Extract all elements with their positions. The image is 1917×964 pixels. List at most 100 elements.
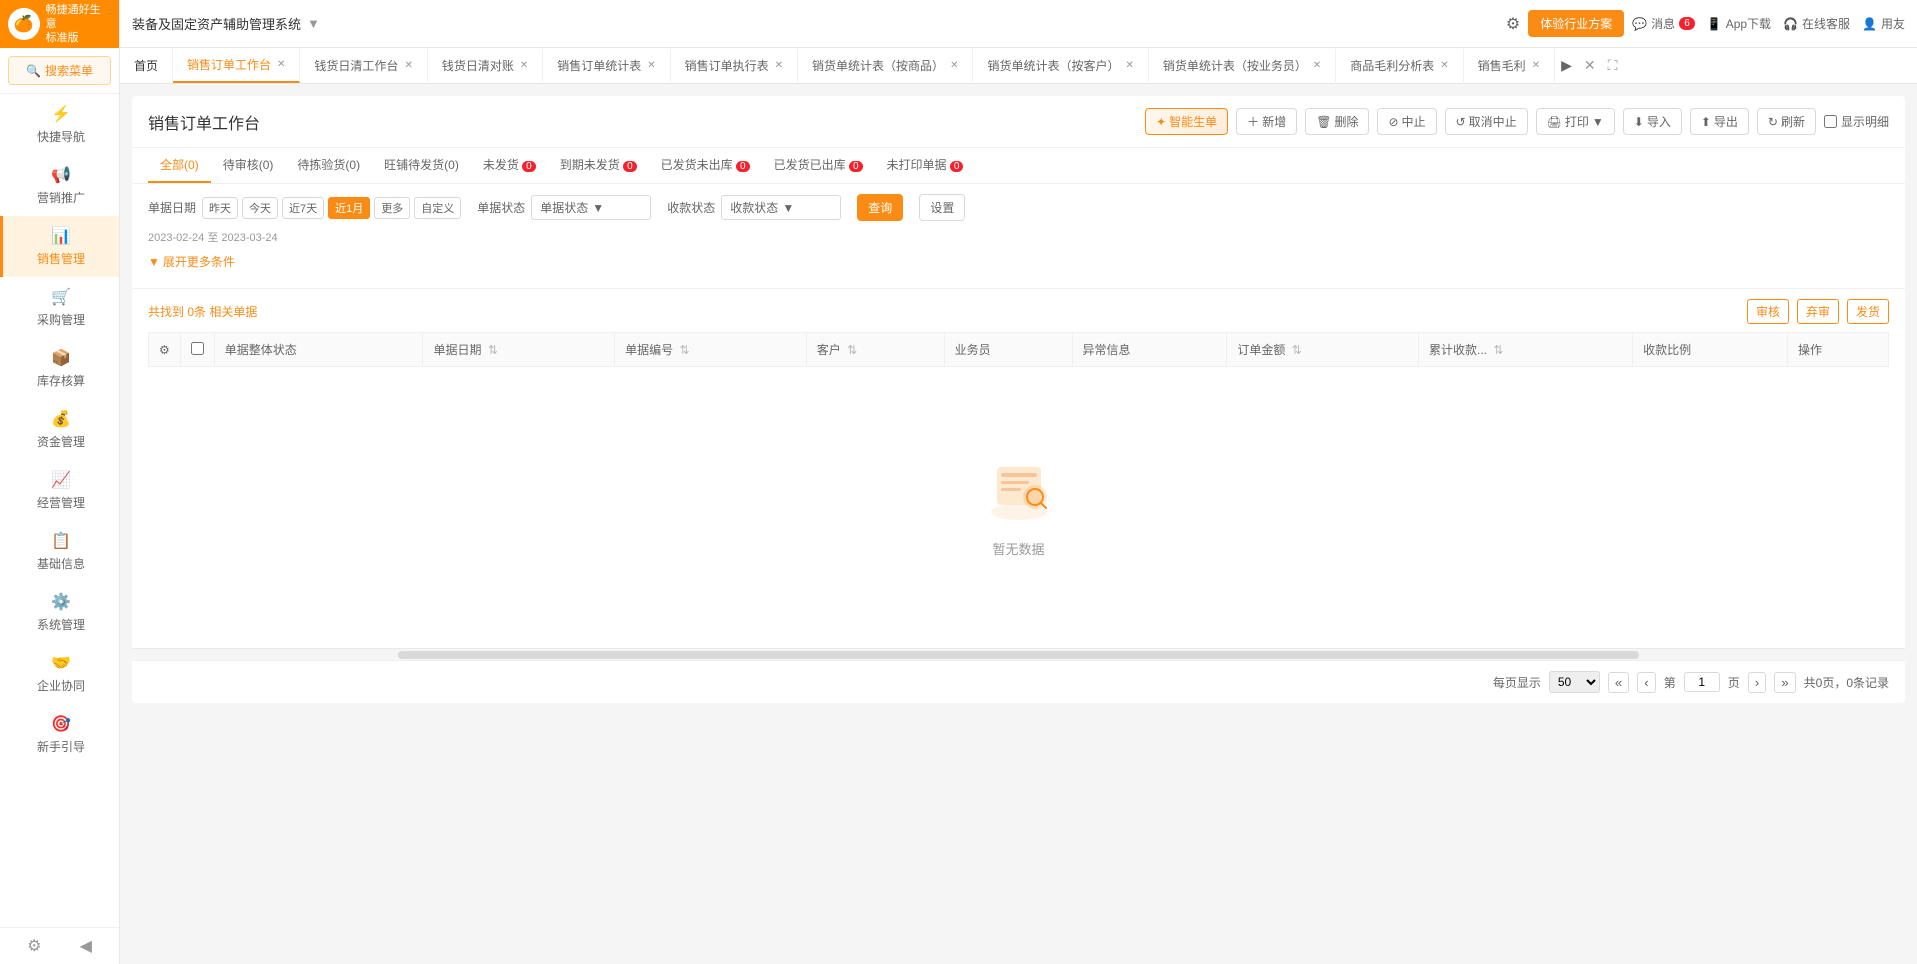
sidebar-item-sales[interactable]: 📊 销售管理: [0, 216, 119, 277]
filter-settings-button[interactable]: 设置: [919, 194, 965, 221]
tab-expand-button[interactable]: ⛶: [1602, 49, 1624, 82]
page-size-select[interactable]: 50 10 20 100: [1549, 671, 1600, 693]
delete-button[interactable]: 🗑 删除: [1305, 108, 1369, 135]
col-checkbox[interactable]: [180, 333, 214, 367]
tab-close-gross-margin[interactable]: ✕: [1440, 60, 1448, 71]
topbar-settings-icon[interactable]: ⚙: [1506, 14, 1520, 34]
sort-customer-icon[interactable]: ⇅: [847, 343, 857, 357]
search-menu-button[interactable]: 🔍 搜索菜单: [8, 56, 111, 85]
pause-button[interactable]: ⊘ 中止: [1377, 108, 1436, 135]
user-menu-button[interactable]: 👤 用友: [1862, 15, 1905, 32]
app-download-button[interactable]: 📱 App下载: [1707, 15, 1771, 32]
tab-close-sales-summary-staff[interactable]: ✕: [1313, 60, 1321, 71]
scrollbar-thumb[interactable]: [398, 651, 1639, 659]
date-custom-btn[interactable]: 自定义: [414, 197, 461, 219]
tab-close-sales-exec[interactable]: ✕: [775, 60, 783, 71]
first-page-button[interactable]: «: [1608, 672, 1629, 693]
unpause-button[interactable]: ↺ 取消中止: [1445, 108, 1528, 135]
sidebar-item-nav[interactable]: ⚡ 快捷导航: [0, 94, 119, 155]
unreview-btn[interactable]: 弃审: [1797, 299, 1839, 324]
system-icon: ⚙️: [51, 592, 71, 612]
sidebar-item-enterprise[interactable]: 🤝 企业协同: [0, 643, 119, 704]
tab-sales-workbench[interactable]: 销售订单工作台 ✕: [173, 48, 300, 83]
sub-tab-wangpu-ship[interactable]: 旺铺待发货(0): [372, 148, 471, 183]
tab-close-sales-summary-customer[interactable]: ✕: [1125, 60, 1133, 71]
sidebar-item-marketing[interactable]: 📢 营销推广: [0, 155, 119, 216]
sort-received-icon[interactable]: ⇅: [1493, 343, 1503, 357]
prev-page-button[interactable]: ‹: [1637, 672, 1655, 693]
tab-close-all-button[interactable]: ✕: [1578, 49, 1602, 82]
date-1month-btn[interactable]: 近1月: [328, 197, 370, 219]
status-filter-select[interactable]: 单据状态 ▼: [531, 195, 651, 220]
sidebar-item-system[interactable]: ⚙️ 系统管理: [0, 582, 119, 643]
horizontal-scrollbar[interactable]: [132, 648, 1905, 660]
sidebar-item-basic[interactable]: 📋 基础信息: [0, 521, 119, 582]
sidebar-item-inventory[interactable]: 📦 库存核算: [0, 338, 119, 399]
print-button[interactable]: 🖨 打印 ▼: [1536, 108, 1615, 135]
sub-tab-not-shipped[interactable]: 未发货 0: [471, 148, 548, 183]
review-btn[interactable]: 审核: [1747, 299, 1789, 324]
ship-btn[interactable]: 发货: [1847, 299, 1889, 324]
sidebar-item-operations[interactable]: 📈 经营管理: [0, 460, 119, 521]
import-button[interactable]: ⬇ 导入: [1623, 108, 1682, 135]
payment-filter-select[interactable]: 收款状态 ▼: [721, 195, 841, 220]
sort-amount-icon[interactable]: ⇅: [1292, 343, 1302, 357]
tab-close-cash-reconcile[interactable]: ✕: [520, 60, 528, 71]
tab-close-sales-more[interactable]: ✕: [1532, 60, 1540, 71]
sub-tab-shipped-out[interactable]: 已发货已出库 0: [762, 148, 875, 183]
next-page-button[interactable]: ›: [1748, 672, 1766, 693]
tab-sales-stat[interactable]: 销售订单统计表 ✕: [543, 49, 670, 82]
settings-bottom-icon[interactable]: ⚙: [27, 936, 41, 956]
system-dropdown-icon[interactable]: ▼: [307, 16, 320, 31]
sort-number-icon[interactable]: ⇅: [679, 343, 689, 357]
tab-close-cash-daily[interactable]: ✕: [404, 60, 412, 71]
tab-cash-reconcile[interactable]: 钱货日清对账 ✕: [428, 49, 543, 82]
tab-sales-exec[interactable]: 销售订单执行表 ✕: [671, 49, 798, 82]
sales-icon: 📊: [51, 226, 71, 246]
tab-close-sales-stat[interactable]: ✕: [647, 60, 655, 71]
tab-sales-summary-product[interactable]: 销货单统计表（按商品） ✕: [798, 49, 973, 82]
message-button[interactable]: 💬 消息 6: [1632, 15, 1695, 32]
date-today-btn[interactable]: 今天: [242, 197, 278, 219]
sub-tab-not-printed[interactable]: 未打印单据 0: [875, 148, 976, 183]
select-all-checkbox[interactable]: [191, 342, 204, 355]
page-number-input[interactable]: [1684, 672, 1720, 692]
tab-sales-summary-staff[interactable]: 销货单统计表（按业务员） ✕: [1149, 49, 1336, 82]
search-icon: 🔍: [26, 64, 41, 78]
tab-home[interactable]: 首页: [120, 49, 173, 82]
date-yesterday-btn[interactable]: 昨天: [202, 197, 238, 219]
sidebar-item-finance[interactable]: 💰 资金管理: [0, 399, 119, 460]
add-button[interactable]: ＋ 新增: [1236, 108, 1297, 135]
tab-close-sales-summary-product[interactable]: ✕: [950, 60, 958, 71]
tab-close-sales-workbench[interactable]: ✕: [277, 59, 285, 70]
tab-sales-summary-customer[interactable]: 销货单统计表（按客户） ✕: [973, 49, 1148, 82]
sub-tab-all[interactable]: 全部(0): [148, 148, 211, 183]
show-detail-checkbox[interactable]: [1824, 115, 1837, 128]
date-more-btn[interactable]: 更多: [374, 197, 410, 219]
tab-cash-daily[interactable]: 钱货日清工作台 ✕: [300, 49, 427, 82]
refresh-button[interactable]: ↻ 刷新: [1757, 108, 1816, 135]
sub-tab-pending-inspect[interactable]: 待拣验货(0): [285, 148, 372, 183]
collapse-sidebar-button[interactable]: ◀: [80, 936, 92, 956]
query-button[interactable]: 查询: [857, 194, 903, 221]
expand-conditions-button[interactable]: ▼ 展开更多条件: [148, 253, 235, 270]
online-service-button[interactable]: 🎧 在线客服: [1783, 15, 1850, 32]
sub-tab-pending-review[interactable]: 待审核(0): [211, 148, 286, 183]
col-settings[interactable]: ⚙: [149, 333, 181, 367]
sort-date-icon[interactable]: ⇅: [488, 343, 498, 357]
last-page-button[interactable]: »: [1774, 672, 1795, 693]
sidebar-item-purchase[interactable]: 🛒 采购管理: [0, 277, 119, 338]
table-area: 共找到 0条 相关单据 审核 弃审 发货 ⚙: [132, 289, 1905, 648]
sub-tab-shipped-not-out[interactable]: 已发货未出库 0: [649, 148, 762, 183]
date-7days-btn[interactable]: 近7天: [282, 197, 324, 219]
ai-generate-button[interactable]: ✦ 智能生单: [1145, 108, 1228, 135]
page-actions: ✦ 智能生单 ＋ 新增 🗑 删除 ⊘ 中止: [1145, 108, 1889, 135]
import-icon: ⬇: [1634, 115, 1644, 129]
tab-sales-more[interactable]: 销售毛利 ✕: [1464, 49, 1555, 82]
sidebar-item-guide[interactable]: 🎯 新手引导: [0, 704, 119, 765]
solution-button[interactable]: 体验行业方案: [1528, 10, 1624, 37]
sub-tab-overdue[interactable]: 到期未发货 0: [548, 148, 649, 183]
tab-nav-forward[interactable]: ▶: [1555, 49, 1578, 82]
export-button[interactable]: ⬆ 导出: [1690, 108, 1749, 135]
tab-gross-margin[interactable]: 商品毛利分析表 ✕: [1336, 49, 1463, 82]
